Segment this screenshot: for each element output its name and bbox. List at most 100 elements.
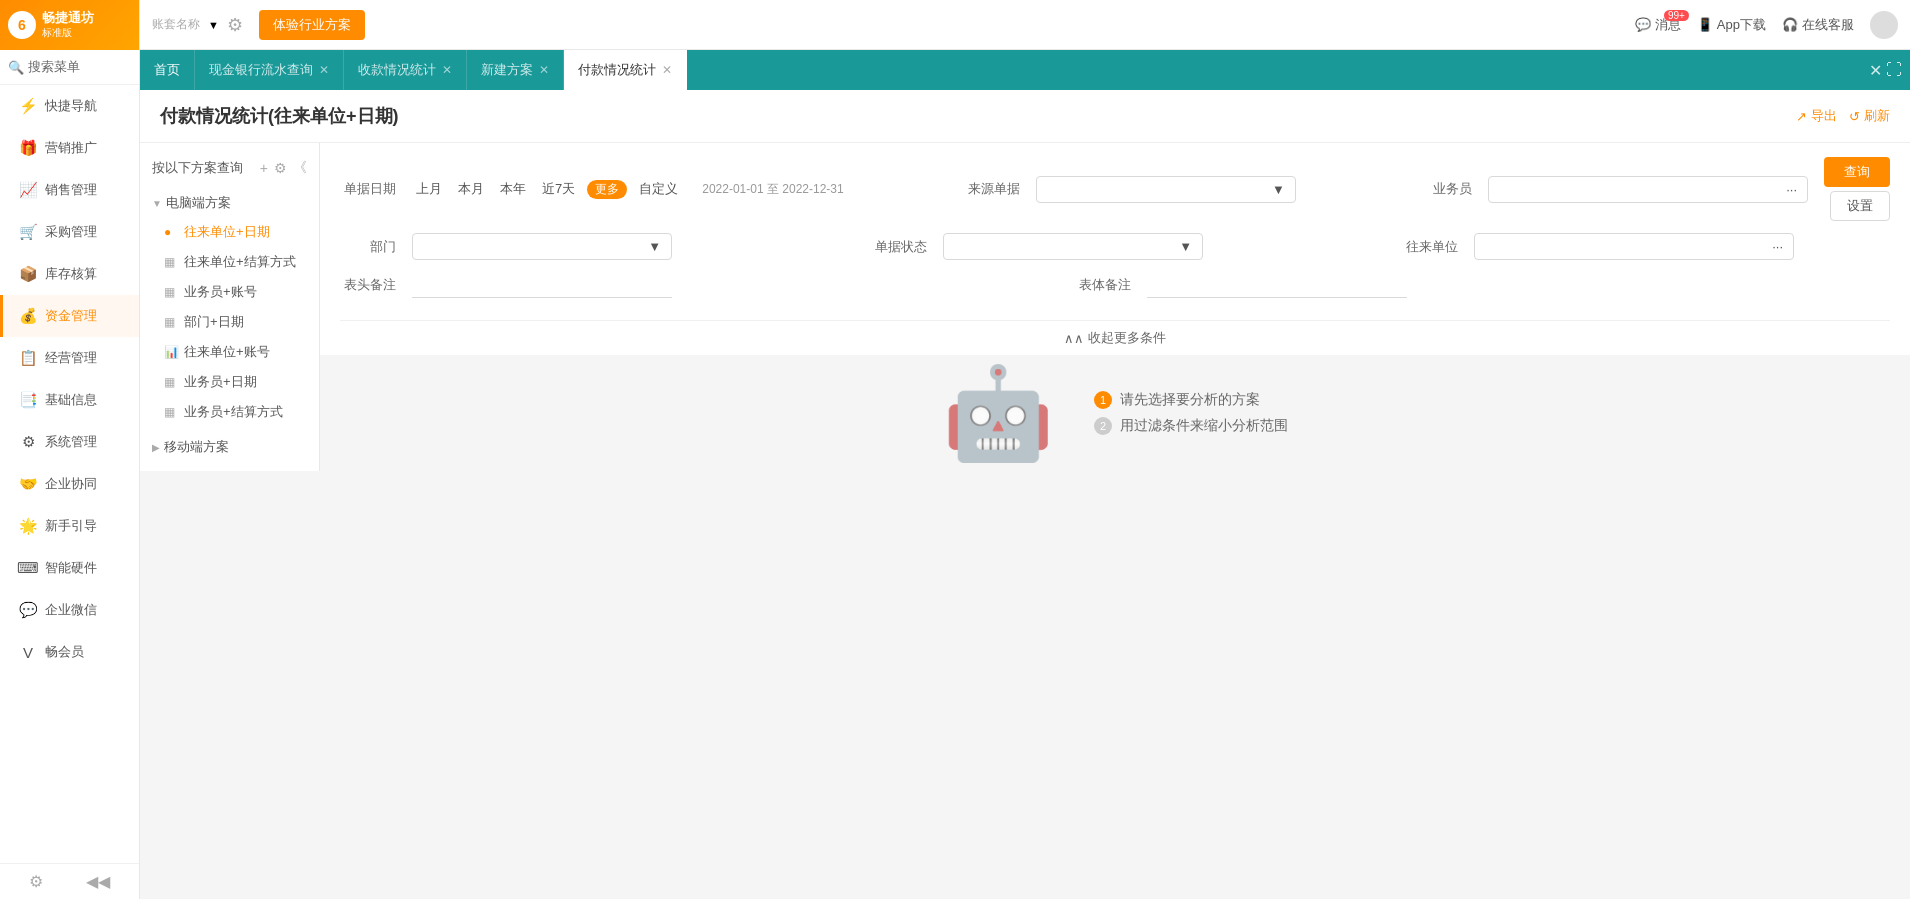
empty-step-2: 2 用过滤条件来缩小分析范围: [1094, 417, 1288, 435]
date-more[interactable]: 更多: [587, 180, 627, 199]
sidebar-item-guide[interactable]: 🌟 新手引导: [0, 505, 139, 547]
scheme-item-salesman-account[interactable]: ▦ 业务员+账号: [140, 277, 319, 307]
partner-select[interactable]: ···: [1474, 233, 1794, 260]
tab-bank-flow[interactable]: 现金银行流水查询 ✕: [195, 50, 344, 90]
date-custom[interactable]: 自定义: [635, 178, 682, 200]
sidebar-item-finance[interactable]: 💰 资金管理: [0, 295, 139, 337]
empty-step-1: 1 请先选择要分析的方案: [1094, 391, 1260, 409]
tab-close-receipt-stats[interactable]: ✕: [442, 63, 452, 77]
scheme-collapse-btn[interactable]: 《: [293, 159, 307, 177]
tab-close-all-btn[interactable]: ✕: [1869, 61, 1882, 80]
member-icon: V: [19, 643, 37, 661]
scheme-item-salesman-settle[interactable]: ▦ 业务员+结算方式: [140, 397, 319, 427]
scheme-item-salesman-date[interactable]: ▦ 业务员+日期: [140, 367, 319, 397]
dept-date-icon: ▦: [164, 315, 178, 329]
date-last-7[interactable]: 近7天: [538, 178, 579, 200]
source-select[interactable]: ▼: [1036, 176, 1296, 203]
scheme-item-partner-date[interactable]: ● 往来单位+日期: [140, 217, 319, 247]
wechat-icon: 💬: [19, 601, 37, 619]
date-this-year[interactable]: 本年: [496, 178, 530, 200]
sidebar-item-basic[interactable]: 📑 基础信息: [0, 379, 139, 421]
search-menu[interactable]: 🔍 搜索菜单: [0, 50, 139, 85]
tab-close-payment-stats[interactable]: ✕: [662, 63, 672, 77]
tab-home[interactable]: 首页: [140, 50, 195, 90]
logo-icon: 6: [8, 11, 36, 39]
scheme-panel-tools: + ⚙ 《: [260, 159, 307, 177]
sidebar-item-operation[interactable]: 📋 经营管理: [0, 337, 139, 379]
empty-state-area: 🤖 1 请先选择要分析的方案 2 用过滤条件来缩小分析范围: [320, 355, 1910, 471]
message-icon: 💬: [1635, 17, 1651, 32]
tab-close-bank-flow[interactable]: ✕: [319, 63, 329, 77]
desktop-section: ▼ 电脑端方案 ● 往来单位+日期 ▦ 往来单位+结算方式 ▦ 业务员+账号: [140, 189, 319, 427]
sidebar-item-enterprise[interactable]: 🤝 企业协同: [0, 463, 139, 505]
date-last-month[interactable]: 上月: [412, 178, 446, 200]
note-body-input[interactable]: [1147, 272, 1407, 298]
operation-icon: 📋: [19, 349, 37, 367]
dept-select[interactable]: ▼: [412, 233, 672, 260]
page-header: 付款情况统计(往来单位+日期) ↗ 导出 ↺ 刷新: [140, 90, 1910, 143]
empty-wrapper: 🤖 1 请先选择要分析的方案 2 用过滤条件来缩小分析范围: [942, 361, 1288, 466]
main-area: 账套名称 ▼ ⚙ 体验行业方案 💬 消息 99+ 📱 App下载 🎧 在线客服 …: [140, 0, 1910, 899]
sidebar: 6 畅捷通坊 标准版 🔍 搜索菜单 ⚡ 快捷导航 🎁 营销推广 📈 销售管理 🛒…: [0, 0, 140, 899]
collapse-bar[interactable]: ∧∧ 收起更多条件: [340, 320, 1890, 355]
online-service-btn[interactable]: 🎧 在线客服: [1782, 16, 1854, 34]
footer-collapse-icon[interactable]: ◀◀: [86, 872, 110, 891]
topbar: 账套名称 ▼ ⚙ 体验行业方案 💬 消息 99+ 📱 App下载 🎧 在线客服: [140, 0, 1910, 50]
topbar-settings-icon[interactable]: ⚙: [227, 14, 243, 36]
tabbar-actions: ✕ ⛶: [1861, 50, 1910, 90]
sidebar-item-sales[interactable]: 📈 销售管理: [0, 169, 139, 211]
note-header-input[interactable]: [412, 272, 672, 298]
scheme-item-partner-account[interactable]: 📊 往来单位+账号: [140, 337, 319, 367]
footer-settings-icon[interactable]: ⚙: [29, 872, 43, 891]
basic-icon: 📑: [19, 391, 37, 409]
tab-close-new-plan[interactable]: ✕: [539, 63, 549, 77]
service-icon: 🎧: [1782, 17, 1798, 32]
sidebar-item-hardware[interactable]: ⌨ 智能硬件: [0, 547, 139, 589]
content-body: 按以下方案查询 + ⚙ 《 ▼ 电脑端方案 ● 往来单位+日期: [140, 143, 1910, 471]
topbar-right: 💬 消息 99+ 📱 App下载 🎧 在线客服: [1635, 11, 1898, 39]
quick-nav-icon: ⚡: [19, 97, 37, 115]
sidebar-item-system[interactable]: ⚙ 系统管理: [0, 421, 139, 463]
trial-btn[interactable]: 体验行业方案: [259, 10, 365, 40]
empty-robot-icon: 🤖: [942, 361, 1054, 466]
salesman-settle-icon: ▦: [164, 405, 178, 419]
app-download-btn[interactable]: 📱 App下载: [1697, 16, 1766, 34]
scheme-settings-btn[interactable]: ⚙: [274, 160, 287, 176]
export-btn[interactable]: ↗ 导出: [1796, 107, 1837, 125]
tab-payment-stats[interactable]: 付款情况统计 ✕: [564, 50, 687, 90]
refresh-btn[interactable]: ↺ 刷新: [1849, 107, 1890, 125]
tab-expand-btn[interactable]: ⛶: [1886, 61, 1902, 79]
tab-receipt-stats[interactable]: 收款情况统计 ✕: [344, 50, 467, 90]
filter-actions: 查询 设置: [1824, 157, 1890, 221]
scheme-item-partner-settle[interactable]: ▦ 往来单位+结算方式: [140, 247, 319, 277]
filter-row-2: 部门 ▼ 单据状态 ▼ 往来: [340, 233, 1890, 260]
sidebar-item-wechat[interactable]: 💬 企业微信: [0, 589, 139, 631]
mobile-section-header[interactable]: ▶ 移动端方案: [140, 433, 319, 461]
partner-account-icon: 📊: [164, 345, 178, 359]
sidebar-item-member[interactable]: V 畅会员: [0, 631, 139, 673]
scheme-panel-header: 按以下方案查询 + ⚙ 《: [140, 153, 319, 183]
scheme-item-dept-date[interactable]: ▦ 部门+日期: [140, 307, 319, 337]
sidebar-item-marketing[interactable]: 🎁 营销推广: [0, 127, 139, 169]
settings-btn[interactable]: 设置: [1830, 191, 1890, 221]
scheme-add-btn[interactable]: +: [260, 160, 268, 176]
user-avatar[interactable]: [1870, 11, 1898, 39]
dept-label: 部门: [340, 238, 396, 256]
desktop-section-header[interactable]: ▼ 电脑端方案: [140, 189, 319, 217]
sidebar-item-purchase[interactable]: 🛒 采购管理: [0, 211, 139, 253]
sidebar-item-inventory[interactable]: 📦 库存核算: [0, 253, 139, 295]
sidebar-nav: ⚡ 快捷导航 🎁 营销推广 📈 销售管理 🛒 采购管理 📦 库存核算 💰 资金管…: [0, 85, 139, 863]
empty-state: 1 请先选择要分析的方案 2 用过滤条件来缩小分析范围: [1094, 391, 1288, 435]
tab-new-plan[interactable]: 新建方案 ✕: [467, 50, 564, 90]
salesman-select[interactable]: ···: [1488, 176, 1808, 203]
messages-btn[interactable]: 💬 消息 99+: [1635, 16, 1681, 34]
doc-status-select[interactable]: ▼: [943, 233, 1203, 260]
sidebar-item-quick-nav[interactable]: ⚡ 快捷导航: [0, 85, 139, 127]
doc-status-label: 单据状态: [871, 238, 927, 256]
marketing-icon: 🎁: [19, 139, 37, 157]
filter-row-1: 单据日期 上月 本月 本年 近7天 更多 自定义 2022-01-01 至 20…: [340, 157, 1890, 221]
date-this-month[interactable]: 本月: [454, 178, 488, 200]
guide-icon: 🌟: [19, 517, 37, 535]
date-label: 单据日期: [340, 180, 396, 198]
query-btn[interactable]: 查询: [1824, 157, 1890, 187]
